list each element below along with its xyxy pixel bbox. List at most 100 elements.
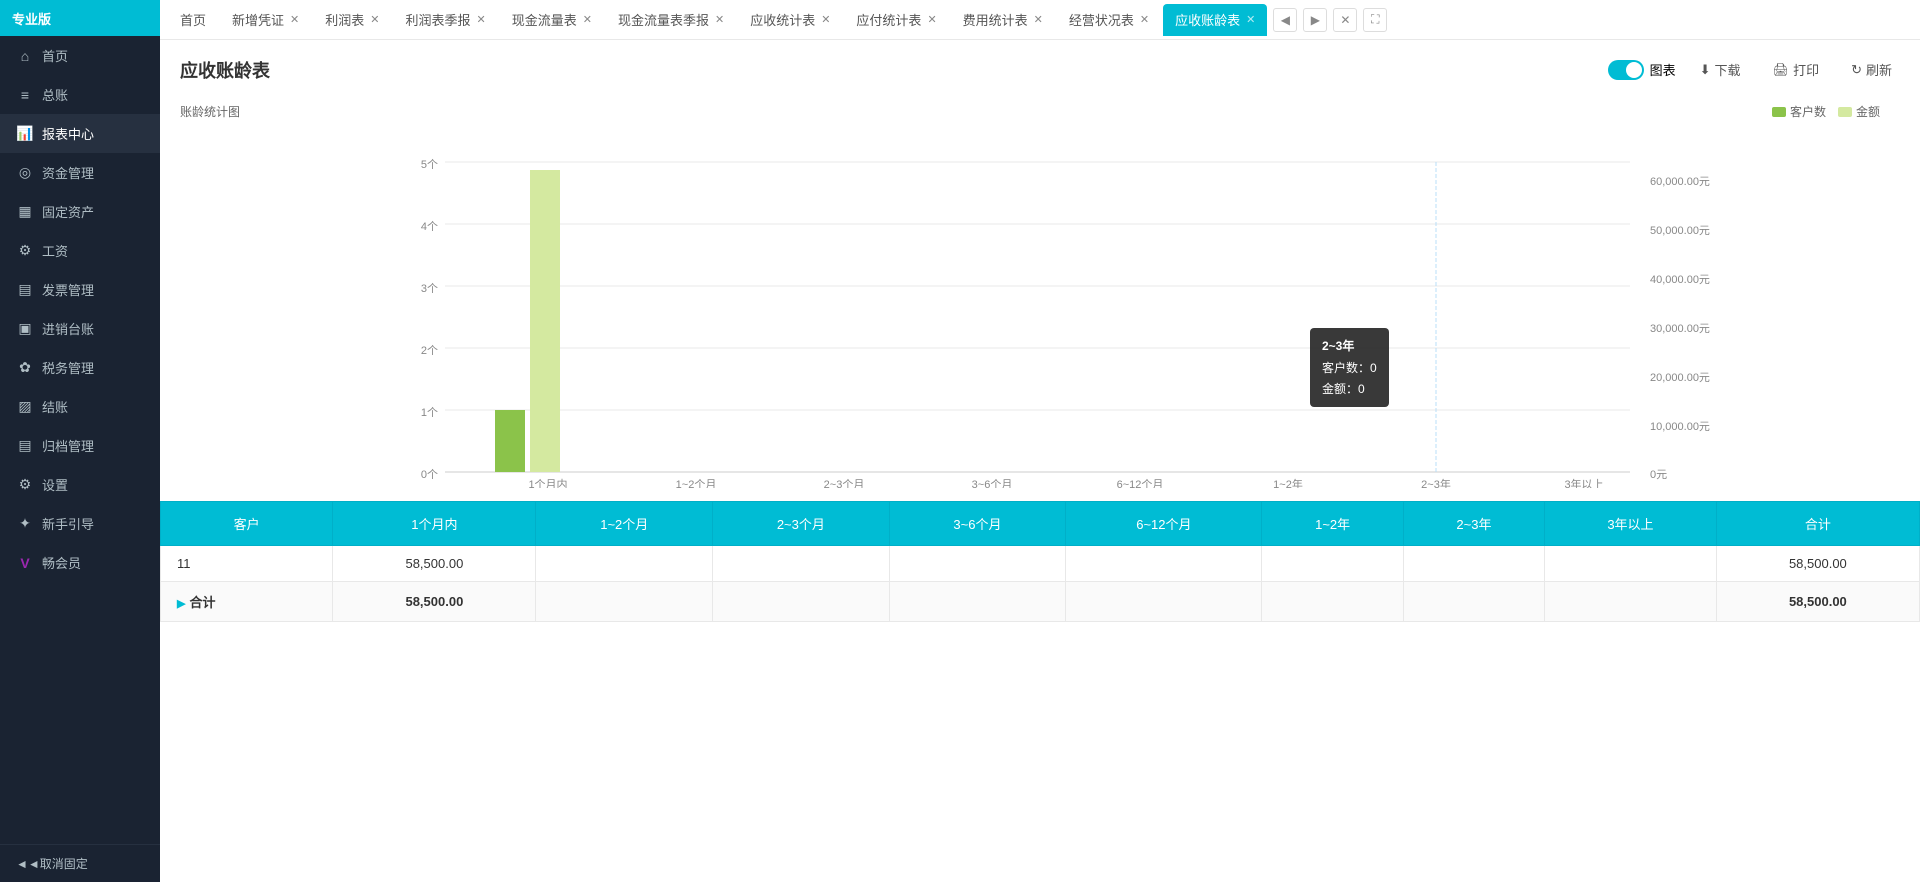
sidebar-item-archive[interactable]: ▤ 归档管理 [0, 426, 160, 465]
vip-icon: V [16, 555, 34, 571]
tab-cashflow-quarter[interactable]: 现金流量表季报 ✕ [606, 4, 736, 36]
tab-voucher[interactable]: 新增凭证 ✕ [220, 4, 311, 36]
sidebar-item-label: 资金管理 [42, 163, 94, 182]
col-m23: 2~3个月 [713, 502, 890, 546]
tab-nav-next[interactable]: ▶ [1303, 8, 1327, 32]
salary-icon: ⚙ [16, 242, 34, 259]
tab-business-status[interactable]: 经营状况表 ✕ [1057, 4, 1161, 36]
tab-profit-quarter-label: 利润表季报 [405, 10, 470, 29]
sidebar-item-reports[interactable]: 📊 报表中心 [0, 114, 160, 153]
svg-text:1个月内: 1个月内 [528, 477, 567, 488]
print-icon: 🖨 [1773, 62, 1790, 78]
tab-ar-stats-close[interactable]: ✕ [821, 13, 830, 26]
svg-text:5个: 5个 [421, 158, 438, 171]
refresh-button[interactable]: ↻ 刷新 [1843, 56, 1900, 83]
footer-m23 [713, 582, 890, 622]
sidebar-item-assets[interactable]: ▦ 固定资产 [0, 192, 160, 231]
tab-ar-stats[interactable]: 应收统计表 ✕ [738, 4, 842, 36]
tab-expense-stats-close[interactable]: ✕ [1034, 13, 1043, 26]
chart-toggle[interactable] [1608, 60, 1644, 80]
tab-ap-stats-label: 应付统计表 [856, 10, 921, 29]
legend-customer-label: 客户数 [1790, 103, 1826, 120]
svg-text:3年以上: 3年以上 [1564, 477, 1603, 488]
chart-title: 账龄统计图 [180, 103, 1900, 120]
tab-cashflow-quarter-close[interactable]: ✕ [715, 13, 724, 26]
tab-profit-quarter-close[interactable]: ✕ [477, 13, 486, 26]
tab-ap-stats-close[interactable]: ✕ [927, 13, 936, 26]
download-button[interactable]: ⬇ 下载 [1692, 56, 1749, 83]
sidebar-item-close[interactable]: ▨ 结账 [0, 387, 160, 426]
tab-business-status-close[interactable]: ✕ [1140, 13, 1149, 26]
cell-y12 [1262, 546, 1403, 582]
svg-text:40,000.00元: 40,000.00元 [1650, 274, 1710, 286]
tab-voucher-close[interactable]: ✕ [290, 13, 299, 26]
subtotal-icon: ▶ [177, 598, 185, 610]
sidebar-item-vip[interactable]: V 畅会员 [0, 543, 160, 582]
svg-text:3~6个月: 3~6个月 [972, 478, 1013, 488]
svg-text:20,000.00元: 20,000.00元 [1650, 372, 1710, 384]
settings-icon: ⚙ [16, 476, 34, 493]
sidebar-item-inventory[interactable]: ▣ 进销台账 [0, 309, 160, 348]
col-m1: 1个月内 [333, 502, 536, 546]
svg-text:4个: 4个 [421, 220, 438, 233]
table-row: 11 58,500.00 58,500.00 [161, 546, 1920, 582]
tab-ap-stats[interactable]: 应付统计表 ✕ [844, 4, 948, 36]
footer-total: 58,500.00 [1716, 582, 1919, 622]
sidebar-item-guide[interactable]: ✦ 新手引导 [0, 504, 160, 543]
chart-toggle-label: 图表 [1650, 60, 1676, 79]
svg-text:1~2个月: 1~2个月 [676, 478, 717, 488]
svg-text:6~12个月: 6~12个月 [1117, 478, 1164, 488]
tab-ar-aging-close[interactable]: ✕ [1246, 13, 1255, 26]
sidebar-item-home[interactable]: ⌂ 首页 [0, 36, 160, 75]
legend-amount: 金额 [1838, 103, 1880, 120]
sidebar-item-label: 固定资产 [42, 202, 94, 221]
tab-maximize[interactable]: ⛶ [1363, 8, 1387, 32]
sidebar-pin-toggle[interactable]: ◄◄取消固定 [0, 844, 160, 882]
tab-cashflow[interactable]: 现金流量表 ✕ [500, 4, 604, 36]
sidebar-item-invoice[interactable]: ▤ 发票管理 [0, 270, 160, 309]
guide-icon: ✦ [16, 515, 34, 532]
tab-cashflow-label: 现金流量表 [512, 10, 577, 29]
tab-expense-stats-label: 费用统计表 [963, 10, 1028, 29]
chart-container: 账龄统计图 客户数 金额 0个 1个 2个 3个 4个 [160, 93, 1920, 501]
tab-nav-prev[interactable]: ◀ [1273, 8, 1297, 32]
sidebar-item-ledger[interactable]: ≡ 总账 [0, 75, 160, 114]
svg-text:1个: 1个 [421, 406, 438, 419]
svg-text:3个: 3个 [421, 282, 438, 295]
sidebar-item-tax[interactable]: ✿ 税务管理 [0, 348, 160, 387]
tab-cashflow-close[interactable]: ✕ [583, 13, 592, 26]
page-content: 应收账龄表 图表 ⬇ 下载 🖨 打印 ↻ 刷新 [160, 40, 1920, 882]
tab-expense-stats[interactable]: 费用统计表 ✕ [951, 4, 1055, 36]
footer-y3plus [1545, 582, 1717, 622]
footer-m36 [889, 582, 1066, 622]
sidebar-logo: 专业版 [0, 0, 160, 36]
tab-cashflow-quarter-label: 现金流量表季报 [618, 10, 709, 29]
header-actions: 图表 ⬇ 下载 🖨 打印 ↻ 刷新 [1608, 56, 1900, 83]
tab-home[interactable]: 首页 [168, 4, 218, 36]
footer-m1: 58,500.00 [333, 582, 536, 622]
page-header: 应收账龄表 图表 ⬇ 下载 🖨 打印 ↻ 刷新 [160, 40, 1920, 93]
col-y3plus: 3年以上 [1545, 502, 1717, 546]
tab-profit-close[interactable]: ✕ [370, 13, 379, 26]
tab-ar-aging[interactable]: 应收账龄表 ✕ [1163, 4, 1267, 36]
footer-y12 [1262, 582, 1403, 622]
sidebar-item-label: 新手引导 [42, 514, 94, 533]
tab-close-all[interactable]: ✕ [1333, 8, 1357, 32]
footer-m612 [1066, 582, 1262, 622]
download-label: 下载 [1715, 60, 1741, 79]
cell-m612 [1066, 546, 1262, 582]
tab-profit[interactable]: 利润表 ✕ [313, 4, 391, 36]
sidebar-item-funds[interactable]: ◎ 资金管理 [0, 153, 160, 192]
chart-toggle-switch[interactable]: 图表 [1608, 60, 1676, 80]
funds-icon: ◎ [16, 164, 34, 181]
tab-business-status-label: 经营状况表 [1069, 10, 1134, 29]
footer-m12 [536, 582, 713, 622]
col-y23: 2~3年 [1403, 502, 1544, 546]
sidebar-item-settings[interactable]: ⚙ 设置 [0, 465, 160, 504]
legend-amount-color [1838, 107, 1852, 117]
tab-profit-quarter[interactable]: 利润表季报 ✕ [393, 4, 497, 36]
cell-y23 [1403, 546, 1544, 582]
sidebar-item-salary[interactable]: ⚙ 工资 [0, 231, 160, 270]
print-button[interactable]: 🖨 打印 [1765, 56, 1828, 83]
sidebar-item-label: 归档管理 [42, 436, 94, 455]
